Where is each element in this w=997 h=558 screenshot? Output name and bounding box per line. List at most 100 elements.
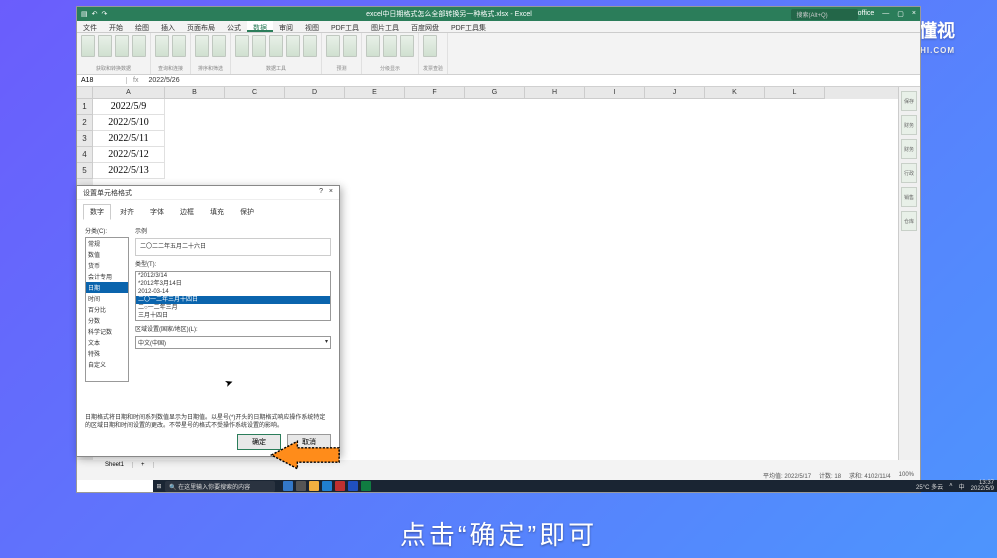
category-item[interactable]: 数值 bbox=[86, 249, 128, 260]
row-header[interactable]: 5 bbox=[77, 163, 93, 179]
refresh-icon[interactable] bbox=[155, 35, 169, 57]
category-list[interactable]: 常规 数值 货币 会计专用 日期 时间 百分比 分数 科学记数 文本 特殊 自定… bbox=[85, 237, 129, 382]
category-item[interactable]: 文本 bbox=[86, 337, 128, 348]
tab-review[interactable]: 审阅 bbox=[273, 21, 299, 32]
whatif-icon[interactable] bbox=[326, 35, 340, 57]
title-search[interactable]: 搜索(Alt+Q) bbox=[791, 9, 858, 20]
col-header[interactable]: C bbox=[225, 87, 285, 99]
type-item[interactable]: 二○一二年三月 bbox=[136, 304, 330, 312]
col-header[interactable]: A bbox=[93, 87, 165, 99]
cell-a2[interactable]: 2022/5/10 bbox=[93, 115, 165, 131]
locale-select[interactable]: 中文(中国) ▾ bbox=[135, 336, 331, 349]
cancel-button[interactable]: 取消 bbox=[287, 434, 331, 450]
type-list[interactable]: *2012/3/14 *2012年3月14日 2012-03-14 二〇一二年三… bbox=[135, 271, 331, 321]
type-item[interactable]: 2012年3月14日 bbox=[136, 320, 330, 321]
cell-a1[interactable]: 2022/5/9 bbox=[93, 99, 165, 115]
ime-icon[interactable]: 中 bbox=[959, 482, 965, 491]
side-item[interactable]: 财务 bbox=[901, 115, 917, 135]
close-icon[interactable]: × bbox=[912, 10, 916, 18]
explorer-icon[interactable] bbox=[309, 481, 319, 491]
from-web-icon[interactable] bbox=[115, 35, 129, 57]
type-item[interactable]: *2012/3/14 bbox=[136, 272, 330, 280]
select-all[interactable] bbox=[77, 87, 93, 99]
minimize-icon[interactable]: — bbox=[882, 10, 889, 18]
side-item[interactable]: 仓库 bbox=[901, 211, 917, 231]
side-item[interactable]: 保存 bbox=[901, 91, 917, 111]
flash-fill-icon[interactable] bbox=[252, 35, 266, 57]
category-item[interactable]: 会计专用 bbox=[86, 271, 128, 282]
col-header[interactable]: E bbox=[345, 87, 405, 99]
category-item[interactable]: 特殊 bbox=[86, 348, 128, 359]
dialog-help-icon[interactable]: ? bbox=[319, 188, 323, 195]
save-icon[interactable]: ▤ bbox=[81, 10, 88, 18]
taskbar-search[interactable]: 🔍 在这里输入你要搜索的内容 bbox=[165, 481, 275, 492]
sheet-tab[interactable]: Sheet1 bbox=[97, 462, 133, 468]
type-item-selected[interactable]: 二〇一二年三月十四日 bbox=[136, 296, 330, 304]
tab-protection[interactable]: 保护 bbox=[233, 204, 261, 220]
tab-pdfset[interactable]: PDF工具集 bbox=[445, 21, 492, 32]
validation-icon[interactable] bbox=[286, 35, 300, 57]
tab-layout[interactable]: 页面布局 bbox=[181, 21, 221, 32]
forecast-icon[interactable] bbox=[343, 35, 357, 57]
type-item[interactable]: 三月十四日 bbox=[136, 312, 330, 320]
cell-a4[interactable]: 2022/5/12 bbox=[93, 147, 165, 163]
cortana-icon[interactable] bbox=[283, 481, 293, 491]
task-view-icon[interactable] bbox=[296, 481, 306, 491]
tab-alignment[interactable]: 对齐 bbox=[113, 204, 141, 220]
col-header[interactable]: G bbox=[465, 87, 525, 99]
col-header[interactable]: J bbox=[645, 87, 705, 99]
col-header[interactable]: D bbox=[285, 87, 345, 99]
row-header[interactable]: 1 bbox=[77, 99, 93, 115]
weather[interactable]: 25°C 多云 bbox=[916, 482, 943, 491]
consolidate-icon[interactable] bbox=[303, 35, 317, 57]
subtotal-icon[interactable] bbox=[400, 35, 414, 57]
get-data-icon[interactable] bbox=[81, 35, 95, 57]
invoice-icon[interactable] bbox=[423, 35, 437, 57]
col-header[interactable]: B bbox=[165, 87, 225, 99]
dialog-close-icon[interactable]: × bbox=[329, 188, 333, 195]
cell-a3[interactable]: 2022/5/11 bbox=[93, 131, 165, 147]
from-table-icon[interactable] bbox=[132, 35, 146, 57]
tray-up-icon[interactable]: ˄ bbox=[949, 483, 953, 489]
row-header[interactable]: 4 bbox=[77, 147, 93, 163]
tab-insert[interactable]: 插入 bbox=[155, 21, 181, 32]
side-item[interactable]: 财务 bbox=[901, 139, 917, 159]
cell-a5[interactable]: 2022/5/13 bbox=[93, 163, 165, 179]
type-item[interactable]: 2012-03-14 bbox=[136, 288, 330, 296]
tab-data[interactable]: 数据 bbox=[247, 21, 273, 32]
col-header[interactable]: F bbox=[405, 87, 465, 99]
remove-dup-icon[interactable] bbox=[269, 35, 283, 57]
fx-icon[interactable]: fx bbox=[127, 77, 144, 84]
category-item[interactable]: 货币 bbox=[86, 260, 128, 271]
undo-icon[interactable]: ↶ bbox=[92, 10, 98, 18]
tab-home[interactable]: 开始 bbox=[103, 21, 129, 32]
tab-baidu[interactable]: 百度网盘 bbox=[405, 21, 445, 32]
col-header[interactable]: L bbox=[765, 87, 825, 99]
tab-picture[interactable]: 图片工具 bbox=[365, 21, 405, 32]
ungroup-icon[interactable] bbox=[383, 35, 397, 57]
category-item[interactable]: 分数 bbox=[86, 315, 128, 326]
filter-icon[interactable] bbox=[212, 35, 226, 57]
sort-icon[interactable] bbox=[195, 35, 209, 57]
col-header[interactable]: K bbox=[705, 87, 765, 99]
excel-icon[interactable] bbox=[361, 481, 371, 491]
tab-fill[interactable]: 填充 bbox=[203, 204, 231, 220]
row-header[interactable]: 3 bbox=[77, 131, 93, 147]
tab-formulas[interactable]: 公式 bbox=[221, 21, 247, 32]
category-item[interactable]: 自定义 bbox=[86, 359, 128, 370]
tab-number[interactable]: 数字 bbox=[83, 204, 111, 220]
category-item[interactable]: 常规 bbox=[86, 238, 128, 249]
ok-button[interactable]: 确定 bbox=[237, 434, 281, 450]
name-box[interactable]: A18 bbox=[77, 77, 127, 84]
category-item[interactable]: 时间 bbox=[86, 293, 128, 304]
maximize-icon[interactable]: ▢ bbox=[897, 10, 904, 18]
record-icon[interactable] bbox=[335, 481, 345, 491]
start-icon[interactable]: ⊞ bbox=[153, 480, 165, 492]
side-item[interactable]: 行政 bbox=[901, 163, 917, 183]
tab-font[interactable]: 字体 bbox=[143, 204, 171, 220]
edge-icon[interactable] bbox=[322, 481, 332, 491]
category-item-date[interactable]: 日期 bbox=[86, 282, 128, 293]
type-item[interactable]: *2012年3月14日 bbox=[136, 280, 330, 288]
col-header[interactable]: H bbox=[525, 87, 585, 99]
text-to-cols-icon[interactable] bbox=[235, 35, 249, 57]
